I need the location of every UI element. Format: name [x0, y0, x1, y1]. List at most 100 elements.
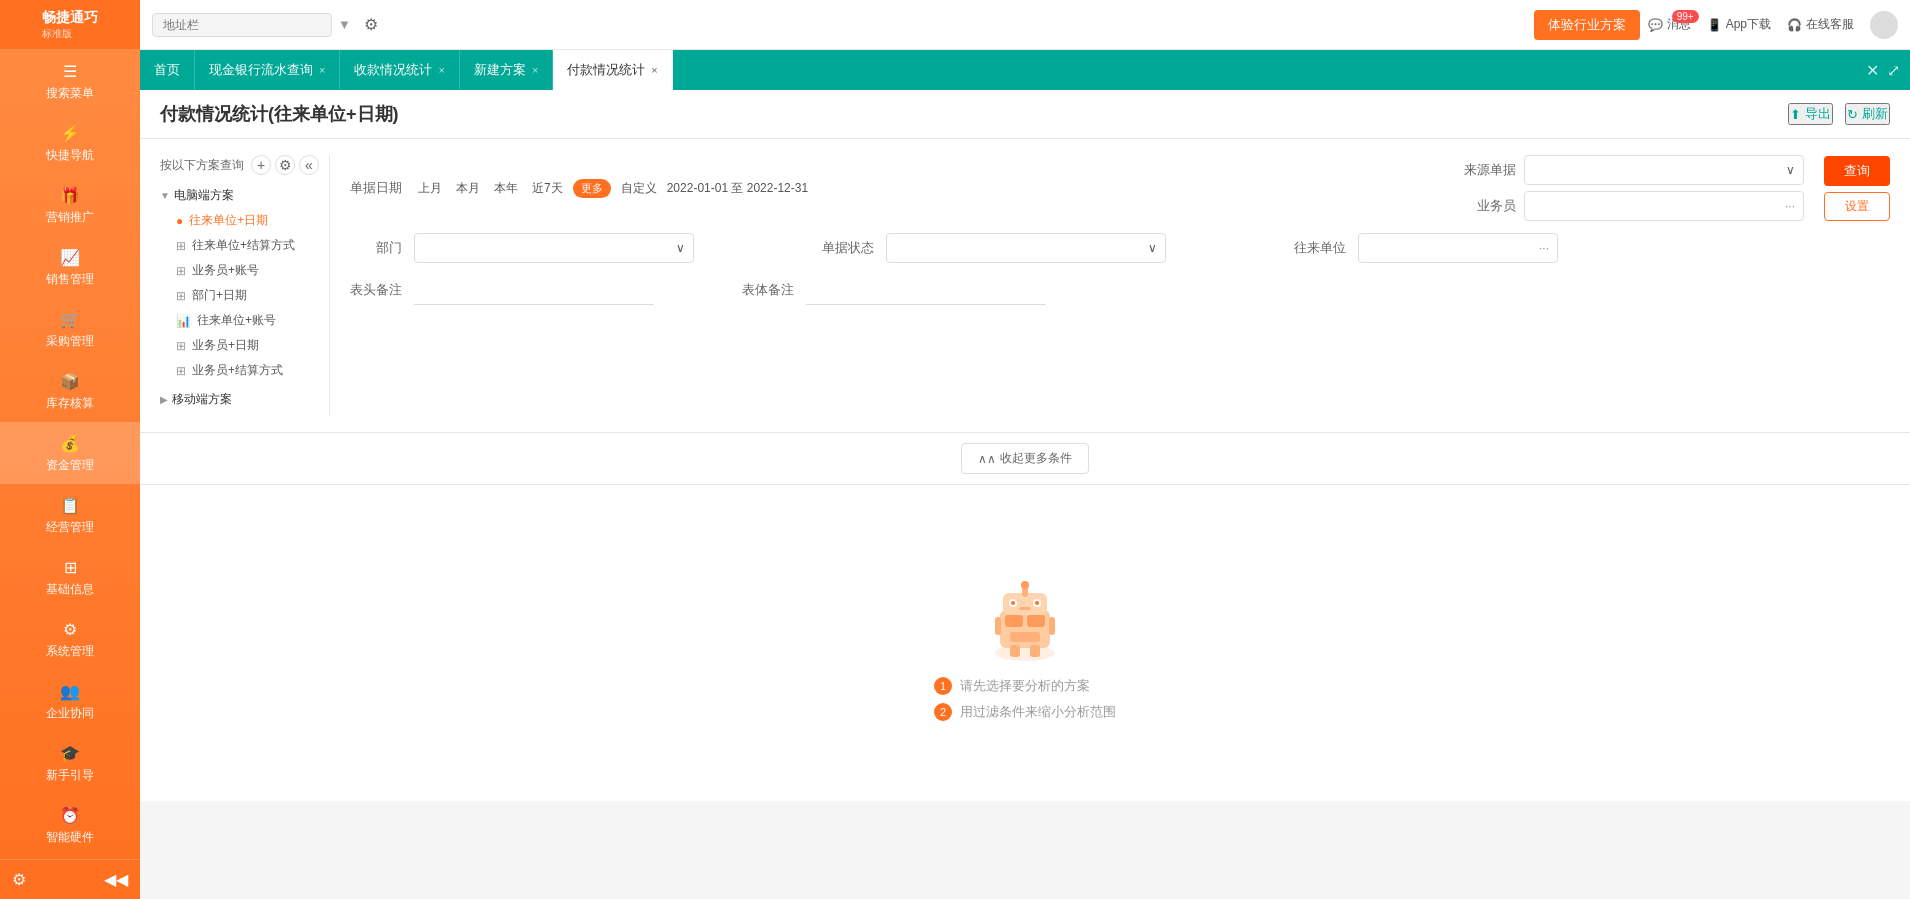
refresh-button[interactable]: ↻ 刷新 [1845, 103, 1890, 125]
empty-tip-2: 2 用过滤条件来缩小分析范围 [934, 703, 1116, 721]
svg-rect-16 [1030, 645, 1040, 657]
sidebar-item-7[interactable]: 📋 经营管理 [0, 484, 140, 546]
settings-button[interactable]: 设置 [1824, 192, 1890, 221]
sidebar-item-8[interactable]: ⊞ 基础信息 [0, 546, 140, 608]
body-note-input[interactable] [806, 275, 1046, 305]
address-chevron-icon[interactable]: ▼ [338, 17, 351, 32]
tab-4[interactable]: 付款情况统计× [553, 50, 672, 90]
sidebar-icon-8: ⊞ [59, 556, 81, 578]
scheme-group-header-1[interactable]: ▶ 移动端方案 [160, 387, 319, 412]
app-name: 畅捷通巧 [42, 9, 98, 27]
empty-illustration [975, 565, 1075, 665]
tab-3[interactable]: 新建方案× [460, 50, 553, 90]
sidebar-label-1: 快捷导航 [46, 147, 94, 164]
messages-item[interactable]: 💬 消息 99+ [1648, 16, 1691, 33]
sidebar-label-10: 企业协同 [46, 705, 94, 722]
tab-close-2[interactable]: × [438, 64, 444, 76]
scheme-item-0-2[interactable]: ⊞ 业务员+账号 [160, 258, 319, 283]
source-select[interactable]: ∨ [1524, 155, 1804, 185]
user-avatar[interactable] [1870, 11, 1898, 39]
message-icon: 💬 [1648, 18, 1663, 32]
dept-select[interactable]: ∨ [414, 233, 694, 263]
scheme-group-arrow-1: ▶ [160, 394, 168, 405]
topbar-settings-icon[interactable]: ⚙ [357, 11, 385, 39]
collapse-sidebar-icon[interactable]: ◀◀ [104, 870, 128, 889]
add-scheme-button[interactable]: + [251, 155, 271, 175]
sidebar-item-0[interactable]: ☰ 搜索菜单 [0, 50, 140, 112]
scheme-group-header-0[interactable]: ▼ 电脑端方案 [160, 183, 319, 208]
query-button[interactable]: 查询 [1824, 156, 1890, 186]
date-option-this-year[interactable]: 本年 [490, 178, 522, 199]
empty-tips: 1 请先选择要分析的方案 2 用过滤条件来缩小分析范围 [934, 677, 1116, 721]
collapse-button[interactable]: ∧∧ 收起更多条件 [961, 443, 1089, 474]
sidebar-icon-9: ⚙ [59, 618, 81, 640]
filter-row-dept: 部门 ∨ 单据状态 ∨ 往来单位 ··· [346, 233, 1890, 263]
sidebar-icon-0: ☰ [59, 60, 81, 82]
sidebar-label-12: 智能硬件 [46, 829, 94, 846]
collapse-scheme-button[interactable]: « [299, 155, 319, 175]
sidebar-item-11[interactable]: 🎓 新手引导 [0, 732, 140, 794]
sidebar-item-10[interactable]: 👥 企业协同 [0, 670, 140, 732]
tab-close-1[interactable]: × [319, 64, 325, 76]
scheme-item-0-0[interactable]: ● 往来单位+日期 [160, 208, 319, 233]
date-option-custom[interactable]: 自定义 [617, 178, 661, 199]
sidebar-item-6[interactable]: 💰 资金管理 [0, 422, 140, 484]
tab-0[interactable]: 首页 [140, 50, 195, 90]
status-label: 单据状态 [818, 239, 874, 257]
sidebar-icon-6: 💰 [59, 432, 81, 454]
date-option-this-month[interactable]: 本月 [452, 178, 484, 199]
tab-close-3[interactable]: × [532, 64, 538, 76]
scheme-group-name-0: 电脑端方案 [174, 187, 234, 204]
header-note-input[interactable] [414, 275, 654, 305]
tab-label-2: 收款情况统计 [354, 61, 432, 79]
address-bar[interactable] [152, 13, 332, 37]
close-tab-icon[interactable]: ✕ [1866, 61, 1879, 80]
business-select[interactable]: ··· [1524, 191, 1804, 221]
date-option-7days[interactable]: 近7天 [528, 178, 567, 199]
trial-button[interactable]: 体验行业方案 [1534, 10, 1640, 40]
date-option-more[interactable]: 更多 [573, 179, 611, 198]
scheme-item-0-3[interactable]: ⊞ 部门+日期 [160, 283, 319, 308]
sidebar-item-9[interactable]: ⚙ 系统管理 [0, 608, 140, 670]
page-title: 付款情况统计(往来单位+日期) [160, 102, 399, 126]
scheme-group-arrow-0: ▼ [160, 190, 170, 201]
settings-icon[interactable]: ⚙ [12, 870, 26, 889]
sidebar-icon-11: 🎓 [59, 742, 81, 764]
scheme-panel: 按以下方案查询 + ⚙ « ▼ 电脑端方案 ● 往来单位+日期 ⊞ 往来单位+结… [160, 155, 330, 416]
online-service-item[interactable]: 🎧 在线客服 [1787, 16, 1854, 33]
svg-rect-3 [1027, 615, 1045, 627]
export-icon: ⬆ [1790, 107, 1801, 122]
scheme-item-label-0-6: 业务员+结算方式 [192, 362, 283, 379]
scheme-item-0-5[interactable]: ⊞ 业务员+日期 [160, 333, 319, 358]
sidebar-icon-2: 🎁 [59, 184, 81, 206]
scheme-item-0-6[interactable]: ⊞ 业务员+结算方式 [160, 358, 319, 383]
counterpart-select[interactable]: ··· [1358, 233, 1558, 263]
export-button[interactable]: ⬆ 导出 [1788, 103, 1833, 125]
scheme-item-icon-0-5: ⊞ [176, 339, 186, 353]
scheme-item-0-1[interactable]: ⊞ 往来单位+结算方式 [160, 233, 319, 258]
sidebar-label-2: 营销推广 [46, 209, 94, 226]
dept-label: 部门 [346, 239, 402, 257]
sidebar-item-5[interactable]: 📦 库存核算 [0, 360, 140, 422]
scheme-panel-actions: + ⚙ « [251, 155, 319, 175]
source-label: 来源单据 [1460, 161, 1516, 179]
scheme-settings-button[interactable]: ⚙ [275, 155, 295, 175]
expand-tab-icon[interactable]: ⤢ [1887, 61, 1900, 80]
page: 付款情况统计(往来单位+日期) ⬆ 导出 ↻ 刷新 按以下方案查询 + [140, 90, 1910, 899]
filter-row-notes: 表头备注 表体备注 [346, 275, 1890, 305]
date-option-last-month[interactable]: 上月 [414, 178, 446, 199]
scheme-item-label-0-1: 往来单位+结算方式 [192, 237, 295, 254]
sidebar-item-3[interactable]: 📈 销售管理 [0, 236, 140, 298]
scheme-item-label-0-5: 业务员+日期 [192, 337, 259, 354]
tab-close-4[interactable]: × [651, 64, 657, 76]
tip1-text: 请先选择要分析的方案 [960, 677, 1090, 695]
sidebar-item-1[interactable]: ⚡ 快捷导航 [0, 112, 140, 174]
tab-2[interactable]: 收款情况统计 × [340, 50, 459, 90]
scheme-item-0-4[interactable]: 📊 往来单位+账号 [160, 308, 319, 333]
status-select[interactable]: ∨ [886, 233, 1166, 263]
sidebar-item-4[interactable]: 🛒 采购管理 [0, 298, 140, 360]
tab-1[interactable]: 现金银行流水查询× [195, 50, 340, 90]
sidebar-item-12[interactable]: ⏰ 智能硬件 [0, 794, 140, 856]
sidebar-item-2[interactable]: 🎁 营销推广 [0, 174, 140, 236]
app-download-item[interactable]: 📱 App下载 [1707, 16, 1771, 33]
